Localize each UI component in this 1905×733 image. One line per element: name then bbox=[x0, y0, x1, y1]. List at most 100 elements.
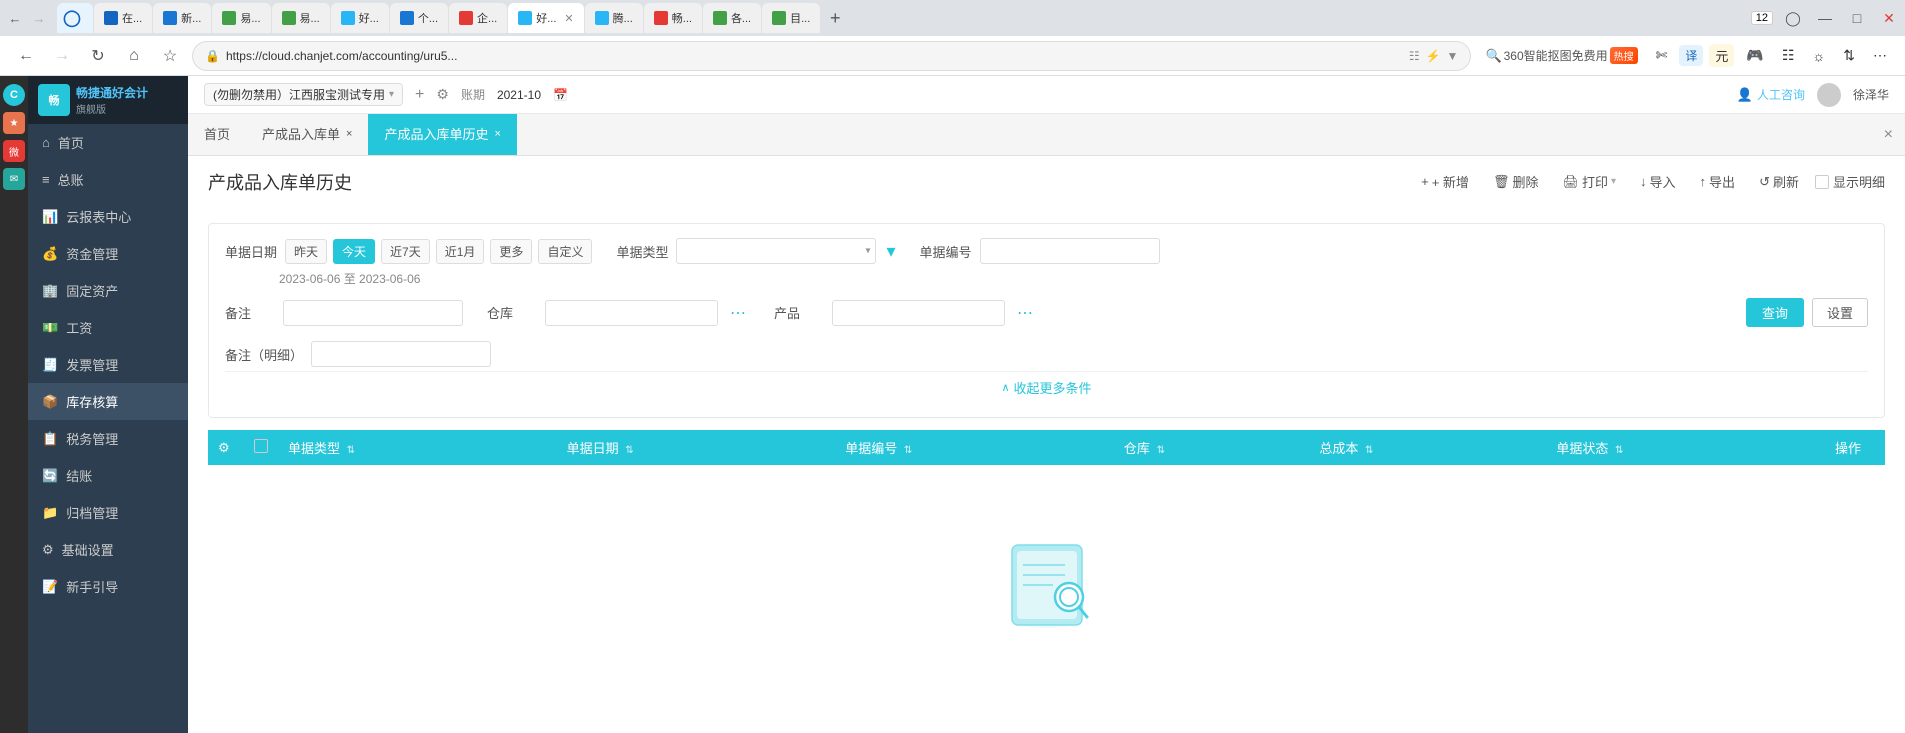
add-company-btn[interactable]: + bbox=[415, 86, 424, 104]
game-btn[interactable]: 🎮 bbox=[1740, 45, 1769, 66]
date-btn-yesterday[interactable]: 昨天 bbox=[285, 239, 327, 264]
collapse-btn[interactable]: ∧ 收起更多条件 bbox=[225, 371, 1868, 403]
date-btn-7days[interactable]: 近7天 bbox=[381, 239, 430, 264]
note-detail-input[interactable] bbox=[311, 341, 491, 367]
tab-8-close[interactable]: ✕ bbox=[564, 12, 573, 25]
col-no[interactable]: 单据编号 ⇅ bbox=[835, 430, 1114, 465]
warehouse-more-icon[interactable]: ⋯ bbox=[726, 303, 750, 323]
nav-item-wage[interactable]: 💵 工资 bbox=[28, 309, 188, 346]
service-btn[interactable]: 👤 人工咨询 bbox=[1737, 86, 1805, 103]
display-detail-check[interactable] bbox=[1815, 175, 1829, 189]
date-btn-more[interactable]: 更多 bbox=[490, 239, 532, 264]
type-select[interactable] bbox=[676, 238, 876, 264]
icon-sidebar-item-3[interactable]: ✉ bbox=[3, 168, 25, 190]
tab-2[interactable]: 新... bbox=[153, 3, 211, 33]
new-tab-btn[interactable]: + bbox=[821, 4, 849, 32]
settings-topbar-btn[interactable]: ⚙ bbox=[436, 86, 449, 103]
nav-item-settings[interactable]: ⚙ 基础设置 bbox=[28, 531, 188, 568]
page-tab-home[interactable]: 首页 bbox=[188, 114, 246, 155]
reload-btn[interactable]: ↻ bbox=[84, 42, 112, 70]
tab-9[interactable]: 腾... bbox=[585, 3, 643, 33]
page-tab-list[interactable]: 产成品入库单 × bbox=[246, 114, 368, 155]
product-more-icon[interactable]: ⋯ bbox=[1013, 303, 1037, 323]
header-checkbox[interactable] bbox=[254, 439, 268, 453]
settings-btn[interactable]: 设置 bbox=[1812, 298, 1868, 327]
icon-sidebar-item-1[interactable]: ★ bbox=[3, 112, 25, 134]
browser-maximize[interactable]: □ bbox=[1845, 6, 1869, 30]
col-settings[interactable]: ⚙ bbox=[208, 430, 244, 465]
tab-8-active[interactable]: 好... ✕ bbox=[508, 3, 583, 33]
tab-12[interactable]: 目... bbox=[762, 3, 820, 33]
grid-btn[interactable]: ☷ bbox=[1776, 45, 1801, 66]
company-select[interactable]: (勿删勿禁用）江西服宝测试专用 ▾ bbox=[204, 83, 403, 106]
tab-4[interactable]: 易... bbox=[272, 3, 330, 33]
url-bar[interactable]: 🔒 https://cloud.chanjet.com/accounting/u… bbox=[192, 41, 1471, 71]
tab-6[interactable]: 个... bbox=[390, 3, 448, 33]
yuan-btn[interactable]: 元 bbox=[1709, 44, 1734, 67]
browser-close[interactable]: ✕ bbox=[1877, 6, 1901, 30]
export-btn[interactable]: ↑ 导出 bbox=[1692, 168, 1744, 195]
tab-3[interactable]: 易... bbox=[212, 3, 270, 33]
nav-item-settle[interactable]: 🔄 结账 bbox=[28, 457, 188, 494]
search-engine-btn[interactable]: 🔍 360智能抠图免费用 热搜 bbox=[1479, 45, 1643, 66]
warehouse-input[interactable] bbox=[545, 300, 718, 326]
tab-5[interactable]: 好... bbox=[331, 3, 389, 33]
browser-minimize[interactable]: — bbox=[1813, 6, 1837, 30]
display-btn[interactable]: ☼ bbox=[1806, 46, 1831, 66]
no-input[interactable] bbox=[980, 238, 1160, 264]
add-btn[interactable]: + + 新增 bbox=[1413, 168, 1477, 195]
dropdown-icon[interactable]: ▼ bbox=[1447, 49, 1459, 63]
app-logo-icon[interactable]: C bbox=[3, 84, 25, 106]
lightning-icon[interactable]: ⚡ bbox=[1426, 49, 1441, 63]
back-btn[interactable]: ← bbox=[12, 42, 40, 70]
col-checkbox[interactable] bbox=[244, 430, 278, 465]
query-btn[interactable]: 查询 bbox=[1746, 298, 1804, 327]
tab-11[interactable]: 各... bbox=[703, 3, 761, 33]
browser-window-icon[interactable]: ◯ bbox=[1781, 6, 1805, 30]
refresh-btn[interactable]: ↺ 刷新 bbox=[1751, 168, 1807, 195]
nav-item-fund[interactable]: 💰 资金管理 bbox=[28, 235, 188, 272]
tab-7[interactable]: 企... bbox=[449, 3, 507, 33]
date-btn-1month[interactable]: 近1月 bbox=[436, 239, 485, 264]
icon-sidebar-item-2[interactable]: 微 bbox=[3, 140, 25, 162]
nav-item-tax[interactable]: 📋 税务管理 bbox=[28, 420, 188, 457]
col-date[interactable]: 单据日期 ⇅ bbox=[557, 430, 836, 465]
extensions-icon[interactable]: ☷ bbox=[1409, 49, 1420, 63]
display-detail-checkbox[interactable]: 显示明细 bbox=[1815, 172, 1885, 191]
browser-forward-btn[interactable]: → bbox=[28, 7, 50, 29]
bookmark-btn[interactable]: ☆ bbox=[156, 42, 184, 70]
col-status[interactable]: 单据状态 ⇅ bbox=[1546, 430, 1825, 465]
cut-icon[interactable]: ✄ bbox=[1650, 45, 1674, 66]
col-total-cost[interactable]: 总成本 ⇅ bbox=[1309, 430, 1546, 465]
col-warehouse[interactable]: 仓库 ⇅ bbox=[1114, 430, 1309, 465]
more-btn[interactable]: ⋯ bbox=[1867, 45, 1893, 66]
calendar-icon[interactable]: 📅 bbox=[553, 88, 568, 102]
sync-btn[interactable]: ⇅ bbox=[1837, 45, 1861, 66]
home-btn[interactable]: ⌂ bbox=[120, 42, 148, 70]
browser-back-btn[interactable]: ← bbox=[4, 7, 26, 29]
date-btn-custom[interactable]: 自定义 bbox=[538, 239, 592, 264]
page-tab-panel-close[interactable]: × bbox=[1872, 114, 1905, 155]
delete-btn[interactable]: 🗑 删除 bbox=[1485, 168, 1547, 195]
page-tab-list-close[interactable]: × bbox=[346, 128, 352, 140]
tab-logo[interactable]: ◯ bbox=[57, 3, 93, 33]
tab-1[interactable]: 在... bbox=[94, 3, 152, 33]
page-tab-history[interactable]: 产成品入库单历史 × bbox=[368, 114, 516, 155]
nav-item-new[interactable]: 📝 新手引导 bbox=[28, 568, 188, 605]
nav-item-invoice[interactable]: 🧾 发票管理 bbox=[28, 346, 188, 383]
user-avatar[interactable] bbox=[1817, 83, 1841, 107]
nav-item-inventory[interactable]: 📦 库存核算 bbox=[28, 383, 188, 420]
import-btn[interactable]: ↓ 导入 bbox=[1632, 168, 1684, 195]
nav-item-report[interactable]: 📊 云报表中心 bbox=[28, 198, 188, 235]
nav-item-home[interactable]: ⌂ 首页 bbox=[28, 124, 188, 161]
nav-item-archive[interactable]: 📁 归档管理 bbox=[28, 494, 188, 531]
translate-btn[interactable]: 译 bbox=[1679, 45, 1703, 66]
date-btn-today[interactable]: 今天 bbox=[333, 239, 375, 264]
note-input[interactable] bbox=[283, 300, 463, 326]
product-input[interactable] bbox=[832, 300, 1005, 326]
nav-item-asset[interactable]: 🏢 固定资产 bbox=[28, 272, 188, 309]
tab-10[interactable]: 畅... bbox=[644, 3, 702, 33]
forward-btn[interactable]: → bbox=[48, 42, 76, 70]
nav-item-ledger[interactable]: ≡ 总账 bbox=[28, 161, 188, 198]
print-btn[interactable]: 🖨 打印 ▾ bbox=[1554, 168, 1624, 195]
